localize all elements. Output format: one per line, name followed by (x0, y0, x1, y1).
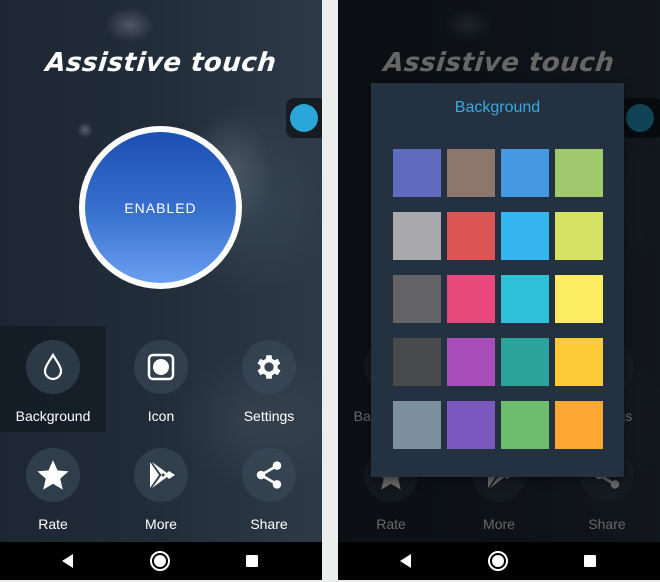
menu-icon-circle (134, 340, 188, 394)
menu-icon-circle (242, 448, 296, 502)
color-swatch[interactable] (555, 275, 603, 323)
play-store-icon (150, 462, 175, 488)
color-swatch[interactable] (393, 212, 441, 260)
color-swatch[interactable] (501, 275, 549, 323)
menu-label: Share (250, 516, 288, 532)
dialog-title: Background (454, 99, 541, 116)
color-swatch[interactable] (501, 212, 549, 260)
home-icon[interactable] (488, 551, 508, 571)
star-icon (37, 460, 69, 490)
menu-label: Rate (38, 516, 68, 532)
background-picker-screen: Assistive touch Background Settings Rate… (338, 0, 660, 580)
share-icon (256, 461, 282, 489)
color-swatch[interactable] (393, 275, 441, 323)
menu-item-settings[interactable]: Settings (216, 326, 322, 432)
menu-item-icon[interactable]: Icon (108, 326, 214, 432)
color-swatch[interactable] (555, 149, 603, 197)
navigation-bar (338, 542, 660, 580)
color-swatch[interactable] (447, 212, 495, 260)
back-icon[interactable] (62, 554, 73, 568)
color-swatch[interactable] (447, 149, 495, 197)
back-icon[interactable] (400, 554, 411, 568)
water-drop-icon (43, 352, 63, 381)
app-title: Assistive touch (44, 48, 278, 78)
menu-item-background[interactable]: Background (0, 326, 106, 432)
rounded-square-dot-icon (147, 353, 175, 381)
enable-toggle-button[interactable]: ENABLED (79, 126, 242, 289)
color-swatch[interactable] (501, 401, 549, 449)
menu-icon-circle (26, 340, 80, 394)
menu-label: Settings (243, 408, 295, 424)
menu-item-share[interactable]: Share (216, 434, 322, 540)
color-swatch[interactable] (447, 338, 495, 386)
color-swatch[interactable] (555, 401, 603, 449)
recents-icon[interactable] (584, 555, 596, 567)
color-swatch[interactable] (447, 275, 495, 323)
main-screen: Assistive touch ENABLED Background Icon … (0, 0, 322, 580)
menu-item-more[interactable]: More (108, 434, 214, 540)
gear-icon (257, 355, 281, 379)
enable-toggle-label: ENABLED (85, 132, 236, 283)
color-swatch[interactable] (501, 338, 549, 386)
menu-icon-circle (26, 448, 80, 502)
color-swatch[interactable] (393, 149, 441, 197)
color-swatch[interactable] (447, 401, 495, 449)
menu-icon-circle (242, 340, 296, 394)
color-swatch[interactable] (555, 338, 603, 386)
menu-label: Background (15, 408, 91, 424)
color-swatch[interactable] (555, 212, 603, 260)
background-color-dialog: Background (371, 83, 624, 477)
menu-icon-circle (134, 448, 188, 502)
menu-grid: Background Icon Settings Rate More Share (0, 326, 322, 536)
menu-label: Icon (147, 408, 175, 424)
home-icon[interactable] (150, 551, 170, 571)
floating-assistive-button[interactable] (286, 98, 322, 138)
navigation-bar (0, 542, 322, 580)
menu-item-rate[interactable]: Rate (0, 434, 106, 540)
floating-dot-icon (290, 104, 318, 132)
menu-label: More (145, 516, 177, 532)
color-swatch[interactable] (393, 338, 441, 386)
recents-icon[interactable] (246, 555, 258, 567)
color-swatch[interactable] (501, 149, 549, 197)
color-swatch[interactable] (393, 401, 441, 449)
